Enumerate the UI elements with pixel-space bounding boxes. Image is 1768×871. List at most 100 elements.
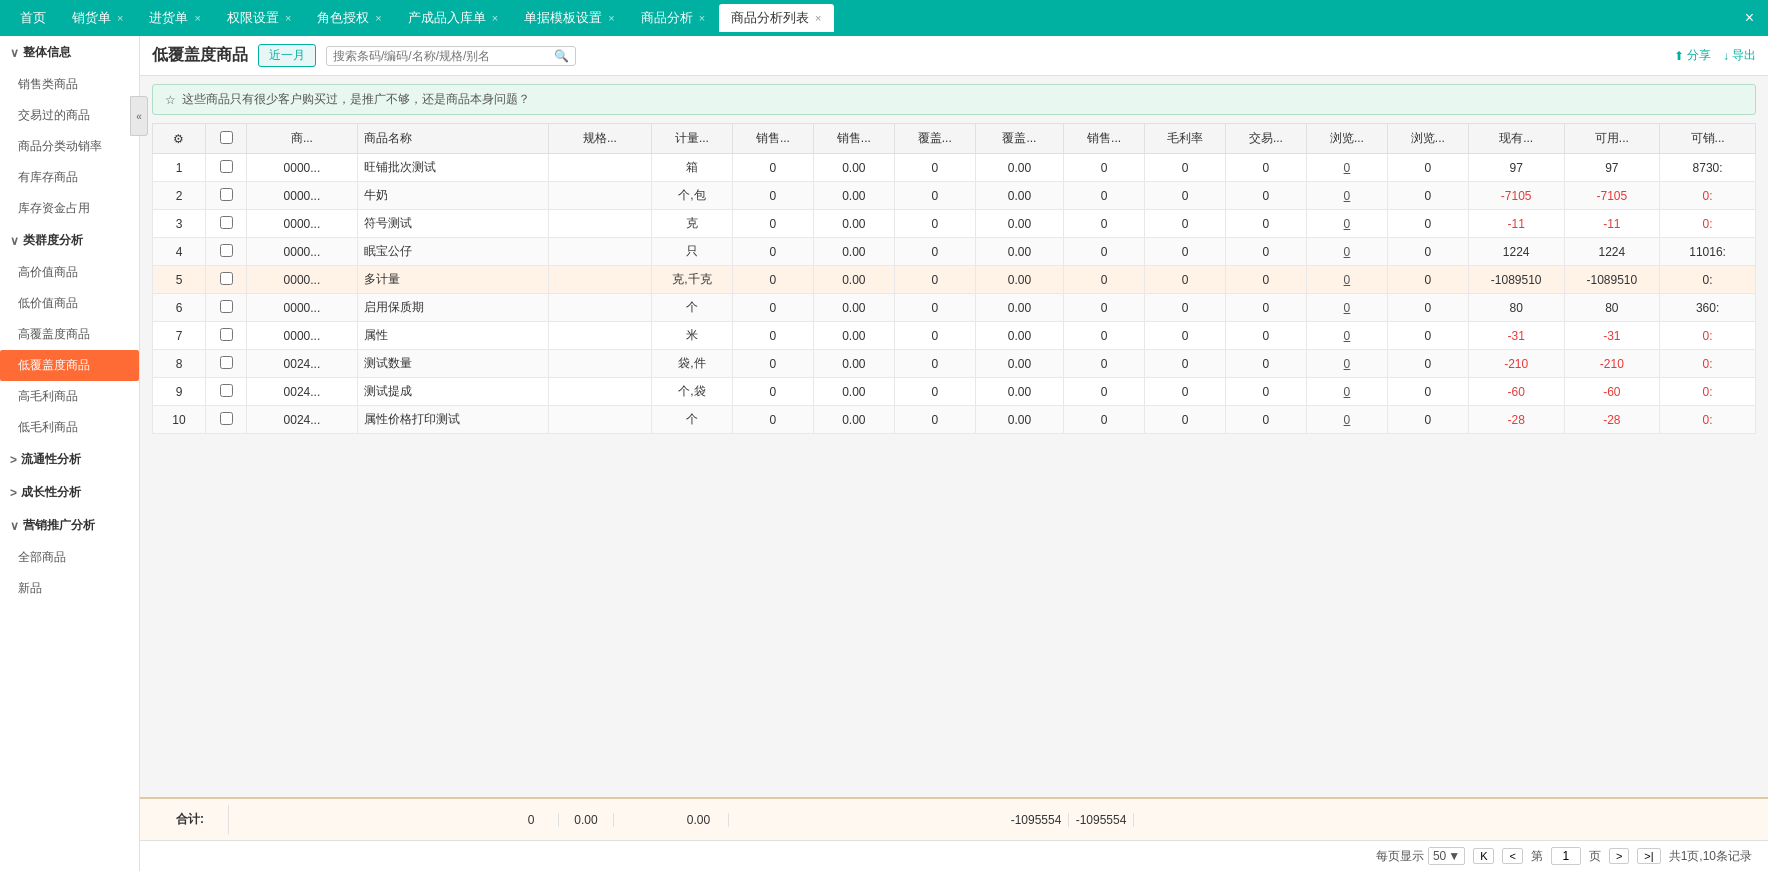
- tab-close-icon[interactable]: ×: [815, 12, 821, 24]
- cell-checkbox[interactable]: [205, 322, 246, 350]
- chevron-icon: ∨: [10, 519, 19, 533]
- cell-browse1[interactable]: 0: [1306, 266, 1387, 294]
- row-checkbox[interactable]: [220, 412, 233, 425]
- th-cover1: 覆盖...: [894, 124, 975, 154]
- sidebar-item[interactable]: 全部商品: [0, 542, 139, 573]
- sidebar-section-header[interactable]: >成长性分析: [0, 476, 139, 509]
- cell-avail: 80: [1564, 294, 1660, 322]
- sidebar-item[interactable]: 有库存商品: [0, 162, 139, 193]
- sidebar-section-header[interactable]: ∨类群度分析: [0, 224, 139, 257]
- sidebar-item[interactable]: 新品: [0, 573, 139, 604]
- sidebar-item[interactable]: 高价值商品: [0, 257, 139, 288]
- th-checkbox[interactable]: [205, 124, 246, 154]
- nav-tab[interactable]: 产成品入库单×: [396, 4, 510, 32]
- data-table: ⚙ 商... 商品名称 规格... 计量... 销售... 销售... 覆盖..…: [152, 123, 1756, 434]
- tab-close-icon[interactable]: ×: [699, 12, 705, 24]
- cell-browse1[interactable]: 0: [1306, 238, 1387, 266]
- table-row: 7 0000... 属性 米 0 0.00 0 0.00 0 0 0 0 0 -…: [153, 322, 1756, 350]
- cell-browse1[interactable]: 0: [1306, 182, 1387, 210]
- sidebar-item[interactable]: 高毛利商品: [0, 381, 139, 412]
- cell-sellable: 0:: [1660, 182, 1756, 210]
- cell-avail: -7105: [1564, 182, 1660, 210]
- row-checkbox[interactable]: [220, 244, 233, 257]
- page-number-input[interactable]: [1551, 847, 1581, 865]
- share-button[interactable]: ⬆ 分享: [1674, 47, 1711, 64]
- nav-tab[interactable]: 权限设置×: [215, 4, 303, 32]
- cell-checkbox[interactable]: [205, 406, 246, 434]
- row-checkbox[interactable]: [220, 300, 233, 313]
- sidebar-item[interactable]: 低价值商品: [0, 288, 139, 319]
- cell-checkbox[interactable]: [205, 378, 246, 406]
- cell-browse1[interactable]: 0: [1306, 154, 1387, 182]
- cell-browse1[interactable]: 0: [1306, 350, 1387, 378]
- export-button[interactable]: ↓ 导出: [1723, 47, 1756, 64]
- cell-spec: [548, 406, 651, 434]
- sidebar-item[interactable]: 低覆盖度商品: [0, 350, 139, 381]
- nav-tab[interactable]: 进货单×: [137, 4, 212, 32]
- sidebar-item[interactable]: 商品分类动销率: [0, 131, 139, 162]
- row-checkbox[interactable]: [220, 188, 233, 201]
- first-page-button[interactable]: K: [1473, 848, 1494, 864]
- next-page-button[interactable]: >: [1609, 848, 1629, 864]
- cell-sales1: 0: [732, 210, 813, 238]
- row-checkbox[interactable]: [220, 216, 233, 229]
- tab-close-icon[interactable]: ×: [375, 12, 381, 24]
- cell-browse1[interactable]: 0: [1306, 210, 1387, 238]
- cell-sales3: 0: [1064, 294, 1145, 322]
- cell-browse1[interactable]: 0: [1306, 406, 1387, 434]
- cell-current: -28: [1468, 406, 1564, 434]
- row-checkbox[interactable]: [220, 356, 233, 369]
- tab-close-icon[interactable]: ×: [285, 12, 291, 24]
- sidebar-item[interactable]: 高覆盖度商品: [0, 319, 139, 350]
- nav-tab[interactable]: 商品分析列表×: [719, 4, 833, 32]
- sidebar-item[interactable]: 销售类商品: [0, 69, 139, 100]
- prev-page-button[interactable]: <: [1502, 848, 1522, 864]
- cell-sales2: 0.00: [813, 350, 894, 378]
- last-page-button[interactable]: >|: [1637, 848, 1660, 864]
- cell-checkbox[interactable]: [205, 210, 246, 238]
- cell-checkbox[interactable]: [205, 154, 246, 182]
- cell-checkbox[interactable]: [205, 350, 246, 378]
- cell-name: 属性: [357, 322, 548, 350]
- sidebar-collapse-btn[interactable]: «: [130, 96, 148, 136]
- row-checkbox[interactable]: [220, 160, 233, 173]
- cell-checkbox[interactable]: [205, 266, 246, 294]
- cell-sales2: 0.00: [813, 154, 894, 182]
- cell-browse1[interactable]: 0: [1306, 294, 1387, 322]
- tab-close-icon[interactable]: ×: [492, 12, 498, 24]
- cell-browse1[interactable]: 0: [1306, 378, 1387, 406]
- cell-sales3: 0: [1064, 154, 1145, 182]
- cell-sales3: 0: [1064, 266, 1145, 294]
- tab-close-icon[interactable]: ×: [117, 12, 123, 24]
- nav-tab[interactable]: 角色授权×: [305, 4, 393, 32]
- cell-checkbox[interactable]: [205, 182, 246, 210]
- sidebar-section-header[interactable]: >流通性分析: [0, 443, 139, 476]
- cell-browse1[interactable]: 0: [1306, 322, 1387, 350]
- close-all-tabs[interactable]: ×: [1739, 9, 1760, 27]
- filter-button[interactable]: 近一月: [258, 44, 316, 67]
- row-checkbox[interactable]: [220, 384, 233, 397]
- nav-tab[interactable]: 商品分析×: [629, 4, 717, 32]
- sidebar-section-header[interactable]: ∨整体信息: [0, 36, 139, 69]
- th-browse2: 浏览...: [1387, 124, 1468, 154]
- th-settings[interactable]: ⚙: [153, 124, 206, 154]
- cell-checkbox[interactable]: [205, 294, 246, 322]
- cell-name: 多计量: [357, 266, 548, 294]
- sidebar-item[interactable]: 库存资金占用: [0, 193, 139, 224]
- search-input[interactable]: [333, 49, 550, 63]
- sidebar-section-header[interactable]: ∨营销推广分析: [0, 509, 139, 542]
- cell-spec: [548, 266, 651, 294]
- cell-checkbox[interactable]: [205, 238, 246, 266]
- tab-close-icon[interactable]: ×: [194, 12, 200, 24]
- cell-avail: -1089510: [1564, 266, 1660, 294]
- tab-close-icon[interactable]: ×: [608, 12, 614, 24]
- nav-tab[interactable]: 单据模板设置×: [512, 4, 626, 32]
- sidebar-item[interactable]: 低毛利商品: [0, 412, 139, 443]
- nav-tab[interactable]: 首页: [8, 4, 58, 32]
- nav-tab[interactable]: 销货单×: [60, 4, 135, 32]
- per-page-dropdown[interactable]: 50 ▼: [1428, 847, 1465, 865]
- sidebar-item[interactable]: 交易过的商品: [0, 100, 139, 131]
- row-checkbox[interactable]: [220, 328, 233, 341]
- select-all-checkbox[interactable]: [220, 131, 233, 144]
- row-checkbox[interactable]: [220, 272, 233, 285]
